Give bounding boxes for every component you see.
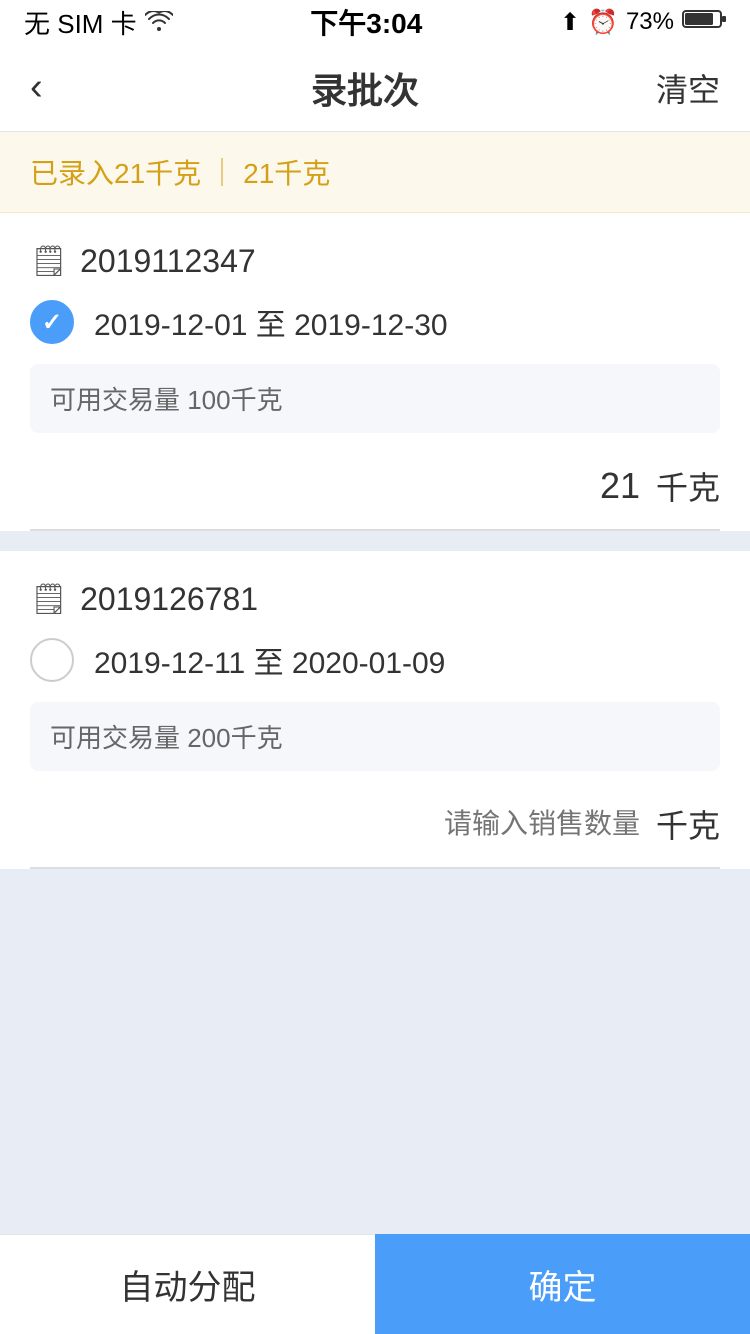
clear-button[interactable]: 清空 — [640, 65, 720, 111]
recorded-amount-label: 已录入21千克 — [30, 152, 201, 192]
batch-doc-icon-1: 🗒 — [30, 244, 68, 279]
batch-amount-input-1[interactable] — [520, 465, 640, 507]
batch-available-1: 可用交易量 100千克 — [30, 364, 720, 433]
batch-date-2: 2019-12-11 至 2020-01-09 — [94, 638, 445, 682]
batch-header-2: 🗒 2019126781 — [0, 551, 750, 628]
batch-amount-input-2[interactable] — [360, 808, 640, 840]
location-icon: ⬆ — [560, 8, 580, 37]
batch-header-1: 🗒 2019112347 — [0, 213, 750, 290]
batch-id-1: 2019112347 — [80, 243, 256, 280]
wifi-icon — [145, 7, 173, 38]
recorded-amount-value: 21千克 — [243, 152, 330, 192]
status-bar-time: 下午3:04 — [310, 2, 422, 42]
section-divider — [0, 531, 750, 551]
bottom-bar: 自动分配 确定 — [0, 1234, 750, 1334]
batch-card-1: 🗒 2019112347 2019-12-01 至 2019-12-30 可用交… — [0, 213, 750, 531]
status-bar: 无 SIM 卡 下午3:04 ⬆ ⏰ 73% — [0, 0, 750, 44]
page-title: 录批次 — [311, 62, 419, 114]
batch-amount-row-1: 千克 — [0, 453, 750, 529]
batch-available-2: 可用交易量 200千克 — [30, 702, 720, 771]
batch-amount-row-2: 千克 — [0, 791, 750, 867]
batch-id-2: 2019126781 — [80, 581, 258, 618]
back-button[interactable]: ‹ — [30, 66, 90, 109]
alarm-icon: ⏰ — [588, 8, 618, 37]
batch-radio-2[interactable] — [30, 638, 74, 682]
battery-text: 73% — [626, 8, 674, 36]
batch-unit-2: 千克 — [656, 801, 720, 847]
banner-divider — [221, 158, 223, 186]
batch-doc-icon-2: 🗒 — [30, 582, 68, 617]
batch-date-row-2[interactable]: 2019-12-11 至 2020-01-09 — [0, 628, 750, 692]
confirm-button[interactable]: 确定 — [375, 1234, 750, 1334]
batch-date-row-1[interactable]: 2019-12-01 至 2019-12-30 — [0, 290, 750, 354]
status-bar-right: ⬆ ⏰ 73% — [560, 8, 726, 37]
status-bar-left: 无 SIM 卡 — [24, 4, 173, 41]
batch-unit-1: 千克 — [656, 463, 720, 509]
info-banner: 已录入21千克 21千克 — [0, 132, 750, 213]
nav-bar: ‹ 录批次 清空 — [0, 44, 750, 132]
battery-icon — [682, 8, 726, 37]
carrier-text: 无 SIM 卡 — [24, 4, 137, 41]
auto-distribute-button[interactable]: 自动分配 — [0, 1234, 375, 1334]
batch-radio-1[interactable] — [30, 300, 74, 344]
batch-card-2: 🗒 2019126781 2019-12-11 至 2020-01-09 可用交… — [0, 551, 750, 869]
batch-date-1: 2019-12-01 至 2019-12-30 — [94, 300, 448, 344]
